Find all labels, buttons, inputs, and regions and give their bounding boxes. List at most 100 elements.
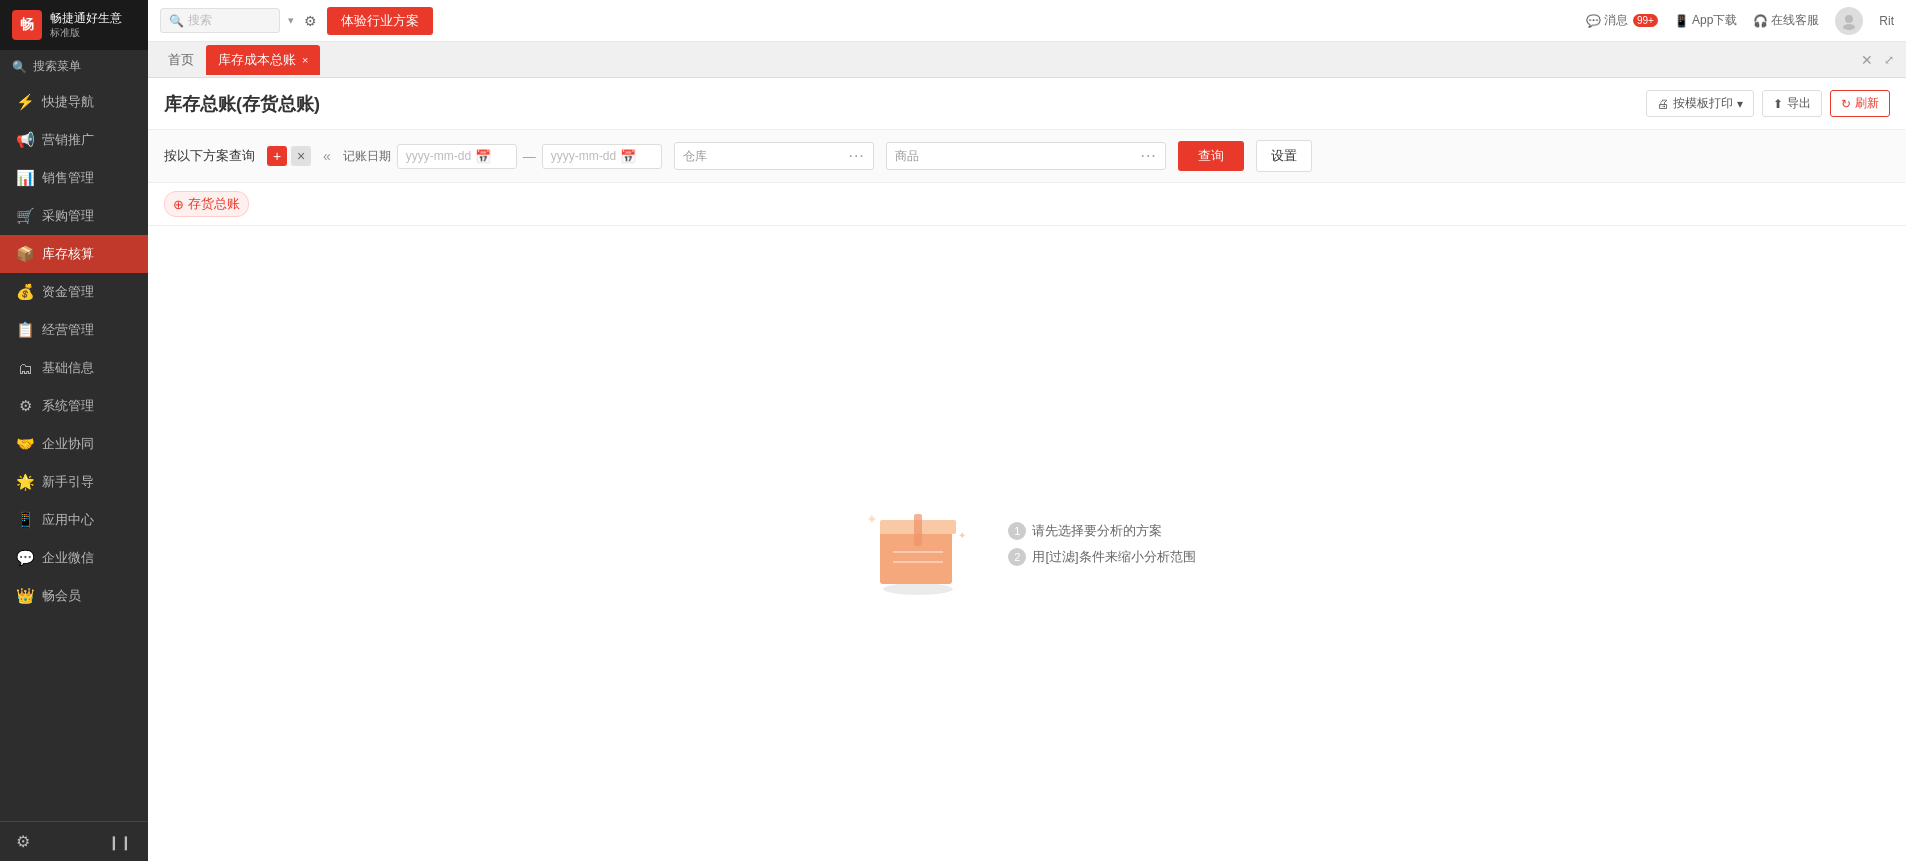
- scheme-item-icon: ⊕: [173, 197, 184, 212]
- tab-panel-close-button[interactable]: ✕: [1858, 51, 1876, 69]
- query-button[interactable]: 查询: [1178, 141, 1244, 171]
- warehouse-more-icon: ···: [848, 147, 864, 165]
- scheme-row: ⊕ 存货总账: [148, 183, 1906, 226]
- main-area: 🔍 搜索 ▾ ⚙ 体验行业方案 💬 消息 99+ 📱 App下载 🎧 在线客服: [148, 0, 1906, 861]
- avatar[interactable]: [1835, 7, 1863, 35]
- export-button[interactable]: ⬆ 导出: [1762, 90, 1822, 117]
- svg-point-2: [883, 583, 953, 595]
- message-icon: 💬: [1586, 14, 1601, 28]
- purchase-icon: 🛒: [16, 207, 34, 225]
- settings-button[interactable]: ⚙: [16, 832, 30, 851]
- sidebar-item-member[interactable]: 👑 畅会员: [0, 577, 148, 615]
- goods-label: 商品: [895, 148, 919, 165]
- goods-filter[interactable]: 商品 ···: [886, 142, 1166, 170]
- search-icon: 🔍: [12, 60, 27, 74]
- sidebar-item-finance[interactable]: 💰 资金管理: [0, 273, 148, 311]
- logo-text: 畅捷通好生意 标准版: [50, 11, 122, 40]
- svg-text:✦: ✦: [958, 530, 966, 541]
- message-button[interactable]: 💬 消息 99+: [1586, 12, 1658, 29]
- calendar-start-icon[interactable]: 📅: [475, 149, 491, 164]
- empty-text-block: 1 请先选择要分析的方案 2 用[过滤]条件来缩小分析范围: [1008, 522, 1195, 566]
- date-end-input[interactable]: yyyy-mm-dd 📅: [542, 144, 662, 169]
- marketing-icon: 📢: [16, 131, 34, 149]
- sidebar-item-newuser[interactable]: 🌟 新手引导: [0, 463, 148, 501]
- svg-point-0: [1845, 15, 1853, 23]
- sidebar-item-appcenter[interactable]: 📱 应用中心: [0, 501, 148, 539]
- topbar-dropdown-arrow[interactable]: ▾: [288, 14, 294, 27]
- topbar-search[interactable]: 🔍 搜索: [160, 8, 280, 33]
- refresh-button[interactable]: ↻ 刷新: [1830, 90, 1890, 117]
- newuser-icon: 🌟: [16, 473, 34, 491]
- topbar: 🔍 搜索 ▾ ⚙ 体验行业方案 💬 消息 99+ 📱 App下载 🎧 在线客服: [148, 0, 1906, 42]
- scheme-item-inventory-ledger[interactable]: ⊕ 存货总账: [164, 191, 249, 217]
- empty-illustration: ✦ ✦: [858, 484, 978, 604]
- industry-solution-button[interactable]: 体验行业方案: [327, 7, 433, 35]
- sidebar-nav: ⚡ 快捷导航 📢 营销推广 📊 销售管理 🛒 采购管理 📦 库存核算 💰 资金管…: [0, 83, 148, 821]
- date-start-input[interactable]: yyyy-mm-dd 📅: [397, 144, 517, 169]
- empty-hint-2: 2 用[过滤]条件来缩小分析范围: [1008, 548, 1195, 566]
- wechat-icon: 💬: [16, 549, 34, 567]
- operation-icon: 📋: [16, 321, 34, 339]
- tab-home[interactable]: 首页: [156, 45, 206, 75]
- page-title: 库存总账(存货总账): [164, 92, 320, 116]
- shortcut-icon: ⚡: [16, 93, 34, 111]
- filter-settings-button[interactable]: 设置: [1256, 140, 1312, 172]
- sidebar-item-system[interactable]: ⚙ 系统管理: [0, 387, 148, 425]
- headset-icon: 🎧: [1753, 14, 1768, 28]
- sidebar-item-shortcut[interactable]: ⚡ 快捷导航: [0, 83, 148, 121]
- filter-label: 按以下方案查询: [164, 147, 255, 165]
- message-badge: 99+: [1633, 14, 1658, 27]
- sidebar: 畅 畅捷通好生意 标准版 🔍 搜索菜单 ⚡ 快捷导航 📢 营销推广 📊 销售管理…: [0, 0, 148, 861]
- hint-1-number: 1: [1008, 522, 1026, 540]
- tab-expand-button[interactable]: ⤢: [1880, 51, 1898, 69]
- app-download-icon: 📱: [1674, 14, 1689, 28]
- filter-add-button[interactable]: +: [267, 146, 287, 166]
- print-icon: 🖨: [1657, 97, 1669, 111]
- online-service-button[interactable]: 🎧 在线客服: [1753, 12, 1819, 29]
- filter-delete-button[interactable]: ×: [291, 146, 311, 166]
- sidebar-item-basic[interactable]: 🗂 基础信息: [0, 349, 148, 387]
- empty-hint-1: 1 请先选择要分析的方案: [1008, 522, 1195, 540]
- export-icon: ⬆: [1773, 97, 1783, 111]
- sidebar-item-wechat[interactable]: 💬 企业微信: [0, 539, 148, 577]
- date-separator: —: [523, 149, 536, 164]
- filter-actions: + ×: [267, 146, 311, 166]
- member-icon: 👑: [16, 587, 34, 605]
- filter-bar: 按以下方案查询 + × « 记账日期 yyyy-mm-dd 📅 — yyyy-m…: [148, 130, 1906, 183]
- svg-rect-7: [914, 514, 922, 546]
- sidebar-collapse-button[interactable]: ❙❙: [108, 834, 132, 850]
- refresh-icon: ↻: [1841, 97, 1851, 111]
- hint-2-number: 2: [1008, 548, 1026, 566]
- sidebar-item-cooperation[interactable]: 🤝 企业协同: [0, 425, 148, 463]
- sidebar-item-inventory[interactable]: 📦 库存核算: [0, 235, 148, 273]
- tab-bar: 首页 库存成本总账 × ✕ ⤢: [148, 42, 1906, 78]
- sidebar-search[interactable]: 🔍 搜索菜单: [0, 50, 148, 83]
- sidebar-item-purchase[interactable]: 🛒 采购管理: [0, 197, 148, 235]
- app-download-button[interactable]: 📱 App下载: [1674, 12, 1737, 29]
- empty-state: ✦ ✦ 1 请先选择要分析的方案 2 用[过滤]条件来缩小分析范围: [148, 226, 1906, 861]
- basic-icon: 🗂: [16, 360, 34, 377]
- topbar-gear-icon[interactable]: ⚙: [302, 11, 319, 31]
- logo-icon: 畅: [12, 10, 42, 40]
- warehouse-label: 仓库: [683, 148, 707, 165]
- page-content: 库存总账(存货总账) 🖨 按模板打印 ▾ ⬆ 导出 ↻ 刷新 按以下方案查询: [148, 78, 1906, 861]
- date-field-label: 记账日期: [343, 148, 391, 165]
- scheme-item-label: 存货总账: [188, 195, 240, 213]
- date-filter-field: 记账日期 yyyy-mm-dd 📅 — yyyy-mm-dd 📅: [343, 144, 662, 169]
- cooperation-icon: 🤝: [16, 435, 34, 453]
- topbar-search-icon: 🔍: [169, 14, 184, 28]
- print-button[interactable]: 🖨 按模板打印 ▾: [1646, 90, 1754, 117]
- sidebar-item-sales[interactable]: 📊 销售管理: [0, 159, 148, 197]
- sidebar-item-operation[interactable]: 📋 经营管理: [0, 311, 148, 349]
- filter-collapse-icon[interactable]: «: [323, 148, 331, 164]
- date-end-placeholder: yyyy-mm-dd: [551, 149, 616, 163]
- warehouse-filter[interactable]: 仓库 ···: [674, 142, 874, 170]
- calendar-end-icon[interactable]: 📅: [620, 149, 636, 164]
- user-name: Rit: [1879, 14, 1894, 28]
- svg-point-1: [1843, 24, 1855, 30]
- finance-icon: 💰: [16, 283, 34, 301]
- sidebar-item-marketing[interactable]: 📢 营销推广: [0, 121, 148, 159]
- appcenter-icon: 📱: [16, 511, 34, 529]
- tab-inventory-ledger[interactable]: 库存成本总账 ×: [206, 45, 320, 75]
- tab-close-icon[interactable]: ×: [302, 54, 308, 66]
